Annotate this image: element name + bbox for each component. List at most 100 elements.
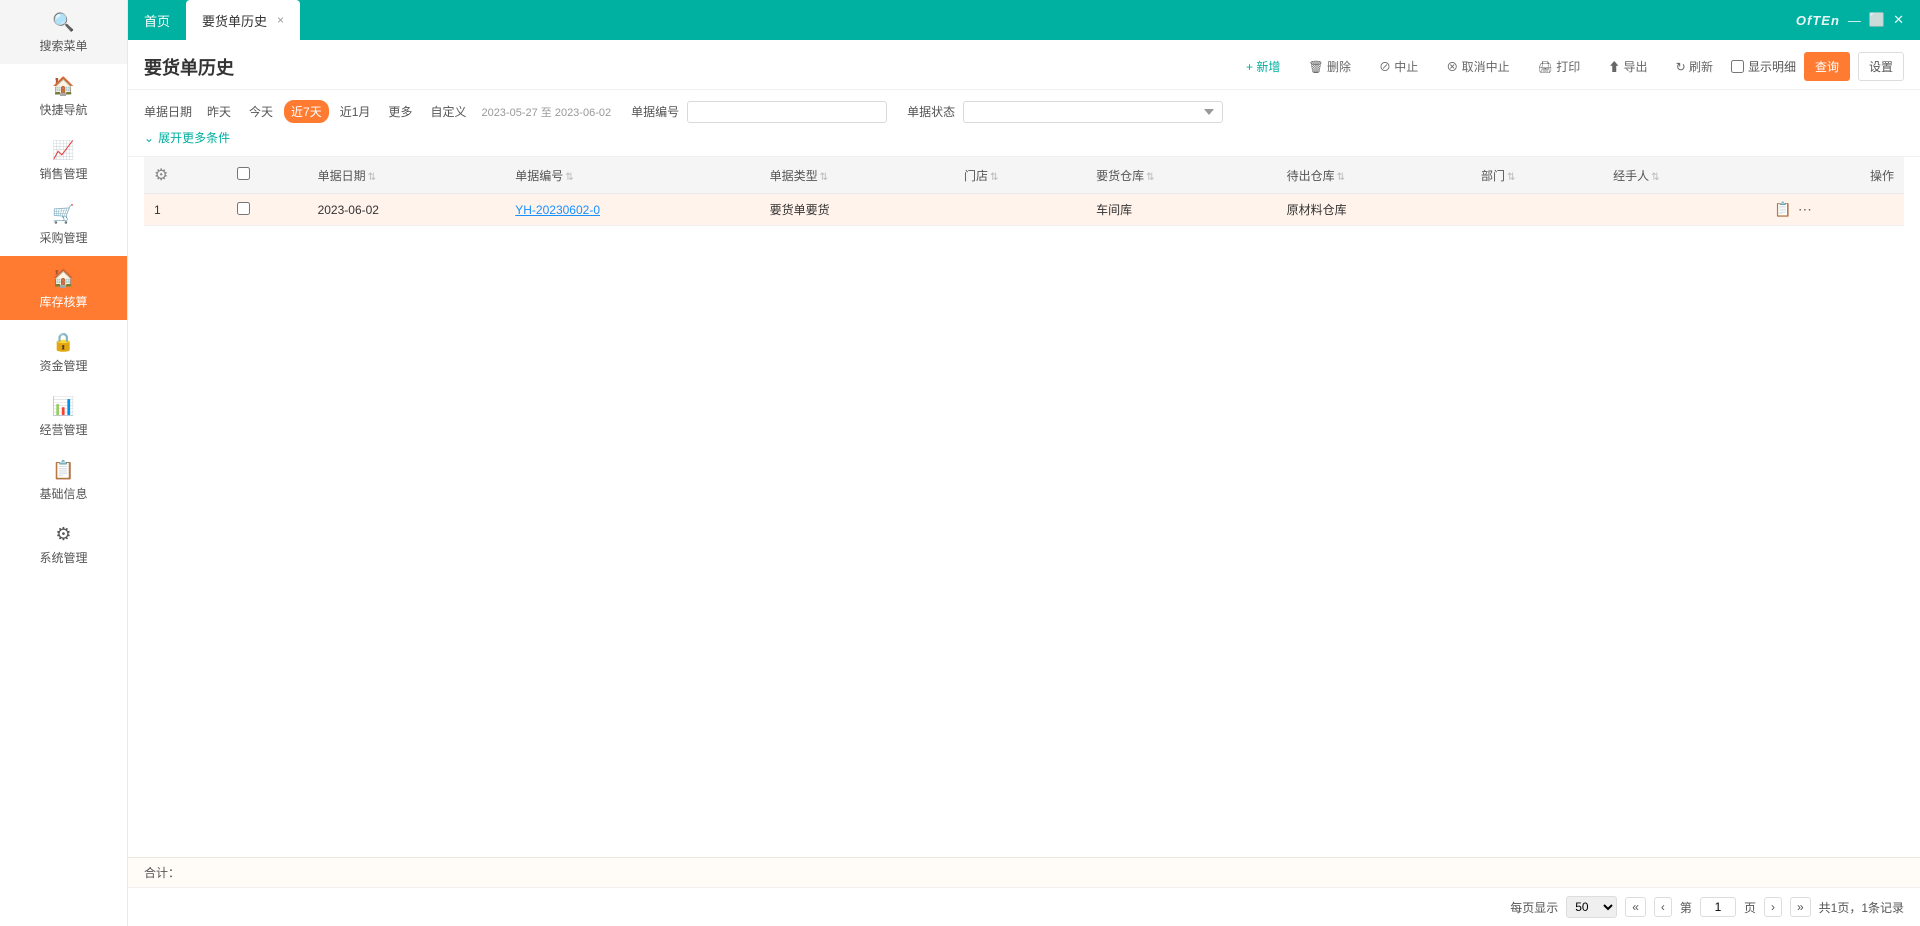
sidebar-icon-base-info: 📋 bbox=[52, 460, 74, 481]
th-handler: 经手人⇅ bbox=[1603, 157, 1764, 194]
date-7days-btn[interactable]: 近7天 bbox=[284, 100, 329, 123]
doc-status-select[interactable] bbox=[963, 101, 1223, 123]
maximize-btn[interactable]: ⬜ bbox=[1869, 12, 1885, 28]
page-content: 要货单历史 + 新增 🗑 删除 ⊘ 中止 ⊗ 取消中止 🖨 打印 ⬆ 导出 ↻ … bbox=[128, 40, 1920, 926]
date-today-btn[interactable]: 今天 bbox=[242, 100, 280, 123]
date-more-btn[interactable]: 更多 bbox=[381, 100, 419, 123]
page-size-label: 每页显示 bbox=[1510, 899, 1558, 916]
page-size-select[interactable]: 50 10 20 100 bbox=[1566, 896, 1617, 918]
total-label: 合计： bbox=[144, 864, 180, 881]
expand-more-icon: ⌄ bbox=[144, 131, 154, 145]
th-settings: ⚙ bbox=[144, 157, 227, 194]
main-table: ⚙ 单据日期⇅ 单据编号⇅ 单据类型⇅ 门店⇅ 要货仓库⇅ 待出仓库⇅ 部门⇅ … bbox=[144, 157, 1904, 226]
th-pending-warehouse: 待出仓库⇅ bbox=[1277, 157, 1471, 194]
cell-department bbox=[1471, 194, 1603, 226]
date-1month-btn[interactable]: 近1月 bbox=[333, 100, 378, 123]
doc-number-filter-group: 单据编号 bbox=[631, 101, 887, 123]
expand-more-btn[interactable]: ⌄ 展开更多条件 bbox=[144, 129, 1904, 146]
sidebar-item-sales[interactable]: 📈销售管理 bbox=[0, 128, 127, 192]
th-store: 门店⇅ bbox=[954, 157, 1086, 194]
th-doc-number: 单据编号⇅ bbox=[505, 157, 759, 194]
filter-area: 单据日期 昨天 今天 近7天 近1月 更多 自定义 2023-05-27 至 2… bbox=[128, 90, 1920, 157]
sidebar-label-purchase: 采购管理 bbox=[39, 229, 87, 246]
doc-number-label: 单据编号 bbox=[631, 103, 679, 120]
date-label: 单据日期 bbox=[144, 103, 192, 120]
sidebar-item-search-menu[interactable]: 🔍 搜索菜单 bbox=[0, 0, 127, 64]
last-page-btn[interactable]: » bbox=[1790, 897, 1811, 917]
sidebar-label-base-info: 基础信息 bbox=[39, 485, 87, 502]
sidebar-icon-system: ⚙ bbox=[55, 524, 71, 545]
delete-button[interactable]: 🗑 删除 bbox=[1298, 53, 1361, 80]
select-all-checkbox[interactable] bbox=[237, 167, 250, 180]
sidebar-label-quick-nav: 快捷导航 bbox=[39, 101, 87, 118]
th-checkbox bbox=[227, 157, 307, 194]
sidebar-item-purchase[interactable]: 🛒 采购管理 bbox=[0, 192, 127, 256]
sidebar-icon-inventory: 🏠 bbox=[52, 268, 74, 289]
table-header-row: ⚙ 单据日期⇅ 单据编号⇅ 单据类型⇅ 门店⇅ 要货仓库⇅ 待出仓库⇅ 部门⇅ … bbox=[144, 157, 1904, 194]
toolbar: + 新增 🗑 删除 ⊘ 中止 ⊗ 取消中止 🖨 打印 ⬆ 导出 ↻ 刷新 显示明… bbox=[1236, 52, 1904, 81]
date-yesterday-btn[interactable]: 昨天 bbox=[200, 100, 238, 123]
sidebar-icon-search-menu: 🔍 bbox=[52, 12, 74, 33]
minimize-btn[interactable]: — bbox=[1848, 13, 1861, 28]
doc-number-input[interactable] bbox=[687, 101, 887, 123]
sidebar-icon-purchase: 🛒 bbox=[52, 204, 74, 225]
stop-button[interactable]: ⊘ 中止 bbox=[1369, 53, 1428, 80]
brand-label: OfTEn bbox=[1796, 13, 1840, 28]
page-title: 要货单历史 bbox=[144, 54, 234, 80]
refresh-button[interactable]: ↻ 刷新 bbox=[1666, 53, 1723, 80]
cell-doc-date: 2023-06-02 bbox=[308, 194, 506, 226]
main-container: 首页 要货单历史 × OfTEn — ⬜ ✕ 要货单历史 + 新增 🗑 删除 ⊘… bbox=[128, 0, 1920, 926]
sidebar-item-system[interactable]: ⚙ 系统管理 bbox=[0, 512, 127, 576]
show-detail-checkbox[interactable]: 显示明细 bbox=[1731, 58, 1796, 75]
th-doc-date: 单据日期⇅ bbox=[308, 157, 506, 194]
top-bar-right: OfTEn — ⬜ ✕ bbox=[1796, 12, 1920, 28]
tab-home[interactable]: 首页 bbox=[128, 0, 186, 40]
page-number-input[interactable] bbox=[1700, 897, 1736, 917]
sidebar-label-sales: 销售管理 bbox=[39, 165, 87, 182]
first-page-btn[interactable]: « bbox=[1625, 897, 1646, 917]
row-actions: 📋 ⋯ bbox=[1774, 201, 1894, 218]
sidebar-item-inventory[interactable]: 🏠 库存核算 bbox=[0, 256, 127, 320]
sidebar-item-operations[interactable]: 📊经营管理 bbox=[0, 384, 127, 448]
row-checkbox[interactable] bbox=[237, 202, 250, 215]
doc-number-link[interactable]: YH-20230602-0 bbox=[515, 203, 600, 217]
expand-more-label: 展开更多条件 bbox=[158, 129, 230, 146]
page-header: 要货单历史 + 新增 🗑 删除 ⊘ 中止 ⊗ 取消中止 🖨 打印 ⬆ 导出 ↻ … bbox=[128, 40, 1920, 90]
row-more-btn[interactable]: ⋯ bbox=[1798, 201, 1812, 218]
tab-active[interactable]: 要货单历史 × bbox=[186, 0, 300, 40]
row-edit-btn[interactable]: 📋 bbox=[1774, 201, 1791, 218]
cell-store bbox=[954, 194, 1086, 226]
sidebar-icon-operations: 📊 bbox=[52, 396, 74, 417]
sidebar-icon-finance: 🔒 bbox=[52, 332, 74, 353]
date-range-display: 2023-05-27 至 2023-06-02 bbox=[481, 104, 611, 120]
tab-close-icon[interactable]: × bbox=[277, 13, 284, 27]
cell-index: 1 bbox=[144, 194, 227, 226]
go-to-suffix: 页 bbox=[1744, 899, 1756, 916]
settings-button[interactable]: 设置 bbox=[1858, 52, 1904, 81]
next-page-btn[interactable]: › bbox=[1764, 897, 1782, 917]
sidebar-label-search-menu: 搜索菜单 bbox=[39, 37, 87, 54]
close-btn[interactable]: ✕ bbox=[1893, 12, 1904, 28]
sidebar-item-finance[interactable]: 🔒 资金管理 bbox=[0, 320, 127, 384]
query-button[interactable]: 查询 bbox=[1804, 52, 1850, 81]
prev-page-btn[interactable]: ‹ bbox=[1654, 897, 1672, 917]
sidebar-label-finance: 资金管理 bbox=[39, 357, 87, 374]
column-settings-icon[interactable]: ⚙ bbox=[154, 167, 168, 184]
doc-status-label: 单据状态 bbox=[907, 103, 955, 120]
sidebar-label-inventory: 库存核算 bbox=[39, 293, 87, 310]
sidebar-item-quick-nav[interactable]: 🏠 快捷导航 bbox=[0, 64, 127, 128]
pagination-bar: 每页显示 50 10 20 100 « ‹ 第 页 › » 共1页，1条记录 bbox=[128, 887, 1920, 926]
sidebar-label-system: 系统管理 bbox=[39, 549, 87, 566]
sidebar-icon-quick-nav: 🏠 bbox=[52, 76, 74, 97]
new-button[interactable]: + 新增 bbox=[1236, 53, 1290, 80]
table-footer: 合计： bbox=[128, 857, 1920, 887]
print-button[interactable]: 🖨 打印 bbox=[1528, 53, 1591, 80]
cancel-stop-button[interactable]: ⊗ 取消中止 bbox=[1436, 53, 1519, 80]
th-doc-type: 单据类型⇅ bbox=[760, 157, 954, 194]
cell-doc-type: 要货单要货 bbox=[760, 194, 954, 226]
date-custom-btn[interactable]: 自定义 bbox=[423, 100, 473, 123]
filter-row: 单据日期 昨天 今天 近7天 近1月 更多 自定义 2023-05-27 至 2… bbox=[144, 100, 1904, 123]
sidebar-item-base-info[interactable]: 📋 基础信息 bbox=[0, 448, 127, 512]
export-button[interactable]: ⬆ 导出 bbox=[1598, 53, 1657, 80]
doc-status-filter-group: 单据状态 bbox=[907, 101, 1223, 123]
